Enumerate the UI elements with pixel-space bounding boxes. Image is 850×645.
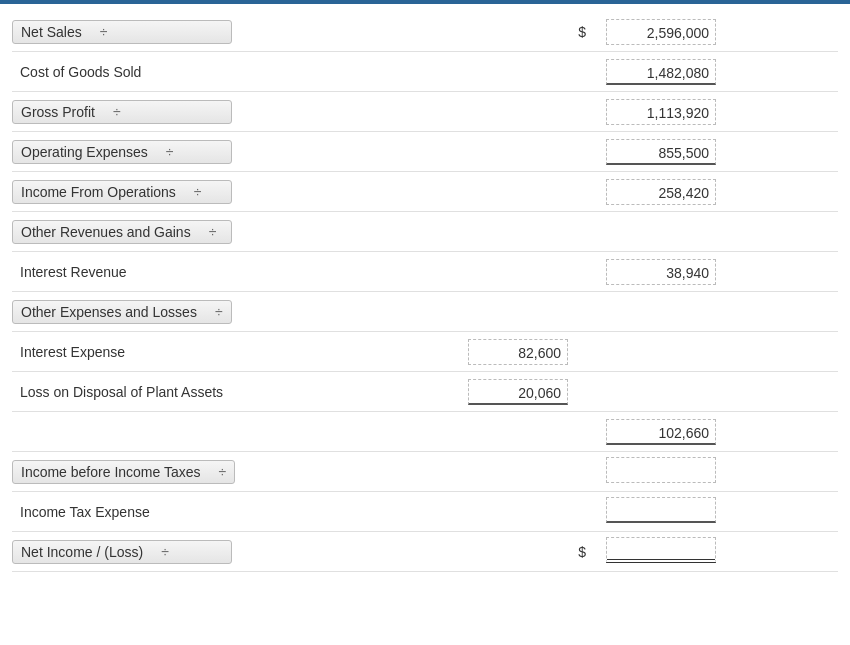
mid-value-subtotal-102660	[452, 428, 572, 436]
mid-value-cost-of-goods-sold	[452, 68, 572, 76]
right-input-interest-revenue[interactable]: 38,940	[606, 259, 716, 285]
mid-value-income-tax-expense	[452, 508, 572, 516]
row-operating-expenses: Operating Expenses÷ 855,500	[12, 132, 838, 172]
row-interest-expense: Interest Expense 82,600	[12, 332, 838, 372]
row-net-income: Net Income / (Loss)÷ $	[12, 532, 838, 572]
label-income-tax-expense: Income Tax Expense	[12, 496, 452, 528]
mid-value-interest-revenue	[452, 268, 572, 276]
label-interest-revenue: Interest Revenue	[12, 256, 452, 288]
row-cost-of-goods-sold: Cost of Goods Sold 1,482,080	[12, 52, 838, 92]
row-income-tax-expense: Income Tax Expense	[12, 492, 838, 532]
chevron-icon-net-income: ÷	[151, 544, 169, 560]
chevron-icon-other-expenses-losses: ÷	[205, 304, 223, 320]
right-input-subtotal-102660[interactable]: 102,660	[606, 419, 716, 445]
right-value-interest-expense	[588, 348, 720, 356]
label-cost-of-goods-sold: Cost of Goods Sold	[12, 56, 452, 88]
row-net-sales: Net Sales÷ $2,596,000	[12, 12, 838, 52]
dollar-sign-net-income: $	[572, 544, 588, 560]
text-loss-on-disposal: Loss on Disposal of Plant Assets	[12, 380, 452, 404]
right-value-income-from-operations: 258,420	[588, 175, 720, 209]
text-interest-expense: Interest Expense	[12, 340, 452, 364]
mid-value-other-revenues-gains	[452, 228, 572, 236]
label-gross-profit[interactable]: Gross Profit÷	[12, 96, 452, 128]
dropdown-other-expenses-losses[interactable]: Other Expenses and Losses÷	[12, 300, 232, 324]
dropdown-other-revenues-gains[interactable]: Other Revenues and Gains÷	[12, 220, 232, 244]
mid-input-interest-expense[interactable]: 82,600	[468, 339, 568, 365]
text-interest-revenue: Interest Revenue	[12, 260, 452, 284]
right-value-subtotal-102660: 102,660	[588, 415, 720, 449]
right-input-income-before-taxes[interactable]	[606, 457, 716, 483]
dollar-sign-net-sales: $	[572, 24, 588, 40]
label-interest-expense: Interest Expense	[12, 336, 452, 368]
dropdown-operating-expenses[interactable]: Operating Expenses÷	[12, 140, 232, 164]
mid-value-gross-profit	[452, 108, 572, 116]
right-input-income-tax-expense[interactable]	[606, 497, 716, 523]
mid-value-income-from-operations	[452, 188, 572, 196]
chevron-icon-income-before-taxes: ÷	[209, 464, 227, 480]
right-input-cost-of-goods-sold[interactable]: 1,482,080	[606, 59, 716, 85]
right-value-other-revenues-gains	[588, 228, 720, 236]
right-value-net-sales: 2,596,000	[588, 15, 720, 49]
dropdown-net-sales[interactable]: Net Sales÷	[12, 20, 232, 44]
right-input-net-income[interactable]	[606, 537, 716, 563]
mid-value-interest-expense: 82,600	[452, 335, 572, 369]
mid-value-net-sales	[452, 28, 572, 36]
right-input-operating-expenses[interactable]: 855,500	[606, 139, 716, 165]
row-gross-profit: Gross Profit÷ 1,113,920	[12, 92, 838, 132]
right-value-loss-on-disposal	[588, 388, 720, 396]
label-other-revenues-gains[interactable]: Other Revenues and Gains÷	[12, 216, 452, 248]
row-income-from-operations: Income From Operations÷ 258,420	[12, 172, 838, 212]
chevron-icon-operating-expenses: ÷	[156, 144, 174, 160]
label-other-expenses-losses[interactable]: Other Expenses and Losses÷	[12, 296, 452, 328]
right-input-income-from-operations[interactable]: 258,420	[606, 179, 716, 205]
row-interest-revenue: Interest Revenue 38,940	[12, 252, 838, 292]
label-net-income[interactable]: Net Income / (Loss)÷	[12, 536, 452, 568]
row-subtotal-102660: 102,660	[12, 412, 838, 452]
right-value-income-tax-expense	[588, 493, 720, 530]
chevron-icon-income-from-operations: ÷	[184, 184, 202, 200]
row-income-before-taxes: Income before Income Taxes÷	[12, 452, 838, 492]
right-input-gross-profit[interactable]: 1,113,920	[606, 99, 716, 125]
row-loss-on-disposal: Loss on Disposal of Plant Assets 20,060	[12, 372, 838, 412]
income-statement-container: Net Sales÷ $2,596,000 Cost of Goods Sold 1,…	[0, 4, 850, 580]
right-value-operating-expenses: 855,500	[588, 135, 720, 169]
text-income-tax-expense: Income Tax Expense	[12, 500, 452, 524]
label-income-before-taxes[interactable]: Income before Income Taxes÷	[12, 456, 452, 488]
label-subtotal-102660	[12, 428, 452, 436]
chevron-icon-net-sales: ÷	[90, 24, 108, 40]
right-value-gross-profit: 1,113,920	[588, 95, 720, 129]
mid-value-net-income	[452, 548, 572, 556]
right-value-interest-revenue: 38,940	[588, 255, 720, 289]
right-value-cost-of-goods-sold: 1,482,080	[588, 55, 720, 89]
label-income-from-operations[interactable]: Income From Operations÷	[12, 176, 452, 208]
dropdown-gross-profit[interactable]: Gross Profit÷	[12, 100, 232, 124]
dropdown-income-from-operations[interactable]: Income From Operations÷	[12, 180, 232, 204]
chevron-icon-other-revenues-gains: ÷	[199, 224, 217, 240]
mid-value-loss-on-disposal: 20,060	[452, 375, 572, 409]
text-cost-of-goods-sold: Cost of Goods Sold	[12, 60, 452, 84]
label-net-sales[interactable]: Net Sales÷	[12, 16, 452, 48]
mid-value-operating-expenses	[452, 148, 572, 156]
right-value-other-expenses-losses	[588, 308, 720, 316]
right-value-net-income	[588, 533, 720, 570]
mid-value-income-before-taxes	[452, 468, 572, 476]
label-loss-on-disposal: Loss on Disposal of Plant Assets	[12, 376, 452, 408]
row-other-expenses-losses: Other Expenses and Losses÷	[12, 292, 838, 332]
chevron-icon-gross-profit: ÷	[103, 104, 121, 120]
right-input-net-sales[interactable]: 2,596,000	[606, 19, 716, 45]
dropdown-net-income[interactable]: Net Income / (Loss)÷	[12, 540, 232, 564]
right-value-income-before-taxes	[588, 453, 720, 490]
dropdown-income-before-taxes[interactable]: Income before Income Taxes÷	[12, 460, 235, 484]
row-other-revenues-gains: Other Revenues and Gains÷	[12, 212, 838, 252]
mid-value-other-expenses-losses	[452, 308, 572, 316]
label-operating-expenses[interactable]: Operating Expenses÷	[12, 136, 452, 168]
mid-input-loss-on-disposal[interactable]: 20,060	[468, 379, 568, 405]
